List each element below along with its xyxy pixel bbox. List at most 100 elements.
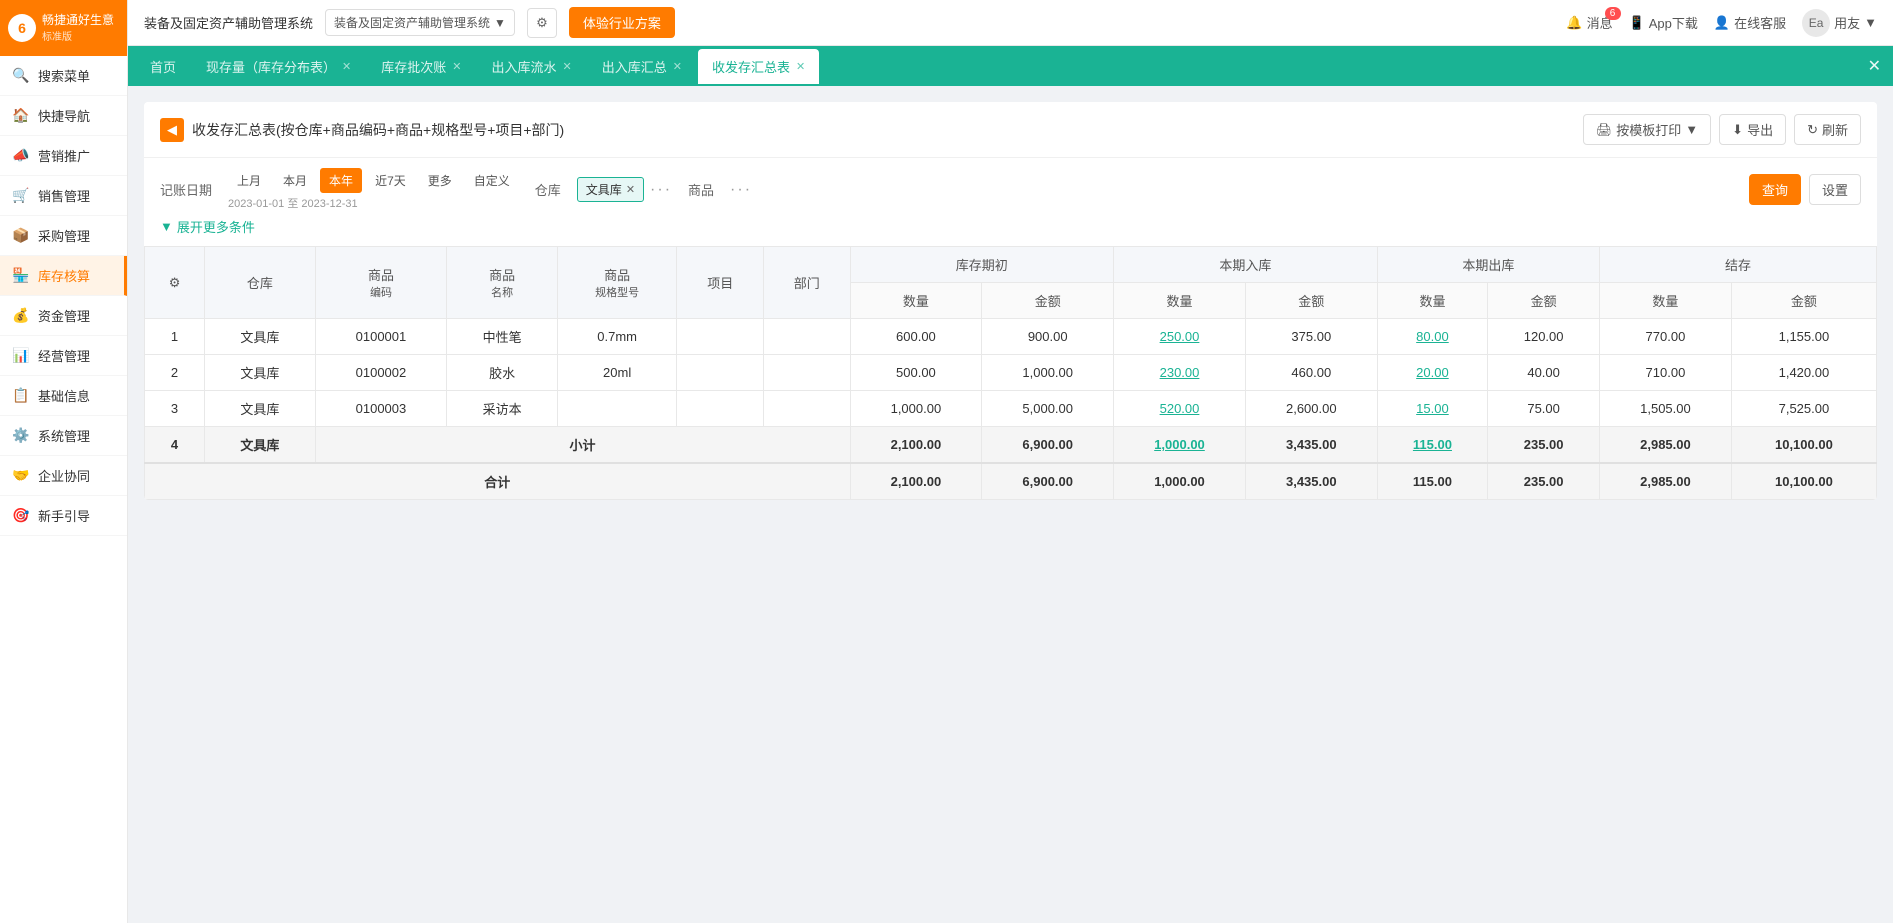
date-btn-7days[interactable]: 近7天 <box>366 168 415 193</box>
row-balance-qty: 710.00 <box>1600 355 1732 391</box>
col-settings-header[interactable]: ⚙ <box>145 247 205 319</box>
system-selector[interactable]: 装备及固定资产辅助管理系统 ▼ <box>325 9 515 36</box>
row-in-qty[interactable]: 230.00 <box>1114 355 1246 391</box>
row-warehouse: 文具库 <box>205 355 315 391</box>
row-seq: 1 <box>145 319 205 355</box>
tab-bar-close-all[interactable]: ✕ <box>1864 52 1885 80</box>
refresh-button[interactable]: ↻ 刷新 <box>1794 114 1861 145</box>
tab-close-in-out-flow[interactable]: ✕ <box>563 60 572 73</box>
online-service-item[interactable]: 👤 在线客服 <box>1714 13 1786 32</box>
date-btn-last-month[interactable]: 上月 <box>228 168 270 193</box>
sidebar-item-guide[interactable]: 🎯 新手引导 <box>0 496 127 536</box>
row-seq: 3 <box>145 391 205 427</box>
sidebar-item-system[interactable]: ⚙️ 系统管理 <box>0 416 127 456</box>
tab-close-in-out-summary[interactable]: ✕ <box>673 60 682 73</box>
warehouse-filter-label: 仓库 <box>535 180 561 199</box>
content-wrapper: ◀ 收发存汇总表(按仓库+商品编码+商品+规格型号+项目+部门) 🖨 按模板打印… <box>144 102 1877 500</box>
sidebar-item-purchase[interactable]: 📦 采购管理 <box>0 216 127 256</box>
sidebar-item-inventory[interactable]: 🏪 库存核算 <box>0 256 127 296</box>
goods-more-btn[interactable]: ··· <box>730 181 752 199</box>
subtotal-label: 小计 <box>315 427 850 464</box>
sidebar-item-operations[interactable]: 📊 经营管理 <box>0 336 127 376</box>
sidebar-item-search[interactable]: 🔍 搜索菜单 <box>0 56 127 96</box>
content-area: ◀ 收发存汇总表(按仓库+商品编码+商品+规格型号+项目+部门) 🖨 按模板打印… <box>128 86 1893 923</box>
settings-button[interactable]: ⚙ <box>527 8 557 38</box>
export-button[interactable]: ⬇ 导出 <box>1719 114 1786 145</box>
row-balance-qty: 1,505.00 <box>1600 391 1732 427</box>
warehouse-tag-close[interactable]: ✕ <box>626 183 635 196</box>
operations-icon: 📊 <box>12 347 30 365</box>
col-in-qty: 数量 <box>1114 283 1246 319</box>
total-label: 合计 <box>145 463 851 500</box>
tab-in-out-summary[interactable]: 出入库汇总 ✕ <box>588 49 696 84</box>
tab-close-inventory-dist[interactable]: ✕ <box>342 60 351 73</box>
top-header: 装备及固定资产辅助管理系统 装备及固定资产辅助管理系统 ▼ ⚙ 体验行业方案 🔔… <box>128 0 1893 46</box>
tab-recv-send-summary[interactable]: 收发存汇总表 ✕ <box>698 49 819 84</box>
col-out-amount: 金额 <box>1488 283 1600 319</box>
col-balance-qty: 数量 <box>1600 283 1732 319</box>
sidebar-item-basic[interactable]: 📋 基础信息 <box>0 376 127 416</box>
warehouse-tag-wenju: 文具库 ✕ <box>577 177 644 202</box>
settings-btn[interactable]: 设置 <box>1809 174 1861 205</box>
query-button[interactable]: 查询 <box>1749 174 1801 205</box>
row-goods-spec <box>557 391 677 427</box>
table-row: 3 文具库 0100003 采访本 1,000.00 5,000.00 520.… <box>145 391 1877 427</box>
col-opening-header: 库存期初 <box>850 247 1114 283</box>
subtotal-out-qty[interactable]: 115.00 <box>1377 427 1488 464</box>
row-opening-amount: 900.00 <box>982 319 1114 355</box>
tab-batch-ledger[interactable]: 库存批次账 ✕ <box>367 49 475 84</box>
tab-close-recv-send-summary[interactable]: ✕ <box>796 60 805 73</box>
sidebar-item-quick-nav[interactable]: 🏠 快捷导航 <box>0 96 127 136</box>
app-download-item[interactable]: 📱 App下载 <box>1629 13 1698 32</box>
col-goods-code-header: 商品编码 <box>315 247 447 319</box>
user-item[interactable]: Ea 用友 ▼ <box>1802 9 1877 37</box>
sidebar-item-marketing[interactable]: 📣 营销推广 <box>0 136 127 176</box>
row-opening-qty: 1,000.00 <box>850 391 982 427</box>
date-btn-custom[interactable]: 自定义 <box>465 168 519 193</box>
row-goods-code: 0100002 <box>315 355 447 391</box>
row-in-qty[interactable]: 520.00 <box>1114 391 1246 427</box>
row-opening-amount: 1,000.00 <box>982 355 1114 391</box>
date-btn-more[interactable]: 更多 <box>419 168 461 193</box>
finance-icon: 💰 <box>12 307 30 325</box>
date-btn-this-month[interactable]: 本月 <box>274 168 316 193</box>
subtotal-in-qty[interactable]: 1,000.00 <box>1114 427 1246 464</box>
row-department <box>763 355 850 391</box>
purchase-icon: 📦 <box>12 227 30 245</box>
row-department <box>763 319 850 355</box>
row-out-qty[interactable]: 20.00 <box>1377 355 1488 391</box>
sidebar-item-sales[interactable]: 🛒 销售管理 <box>0 176 127 216</box>
subtotal-seq: 4 <box>145 427 205 464</box>
row-goods-spec: 20ml <box>557 355 677 391</box>
tab-inventory-dist[interactable]: 现存量（库存分布表） ✕ <box>192 49 365 84</box>
table-total-row: 合计 2,100.00 6,900.00 1,000.00 3,435.00 1… <box>145 463 1877 500</box>
row-goods-name: 采访本 <box>447 391 557 427</box>
row-out-qty[interactable]: 15.00 <box>1377 391 1488 427</box>
warehouse-more-btn[interactable]: ··· <box>650 181 672 199</box>
collapse-button[interactable]: ◀ <box>160 118 184 142</box>
date-filter-label: 记账日期 <box>160 180 212 199</box>
tab-home[interactable]: 首页 <box>136 49 190 84</box>
table-container: ⚙ 仓库 商品编码 商品名称 商品规格型号 项目 部门 库存期初 本期入库 本期… <box>144 246 1877 500</box>
tab-in-out-flow[interactable]: 出入库流水 ✕ <box>477 49 585 84</box>
expand-conditions-button[interactable]: ▼ 展开更多条件 <box>160 217 1861 236</box>
date-btn-this-year[interactable]: 本年 <box>320 168 362 193</box>
sidebar-title: 畅捷通好生意 <box>42 13 114 29</box>
tab-close-batch-ledger[interactable]: ✕ <box>452 60 461 73</box>
row-in-amount: 2,600.00 <box>1245 391 1377 427</box>
row-out-qty[interactable]: 80.00 <box>1377 319 1488 355</box>
sidebar-item-cooperation[interactable]: 🤝 企业协同 <box>0 456 127 496</box>
sidebar-item-finance[interactable]: 💰 资金管理 <box>0 296 127 336</box>
col-balance-amount: 金额 <box>1731 283 1876 319</box>
warehouse-filter-tags: 文具库 ✕ ··· <box>577 177 672 202</box>
row-balance-qty: 770.00 <box>1600 319 1732 355</box>
total-balance-qty: 2,985.00 <box>1600 463 1732 500</box>
trial-button[interactable]: 体验行业方案 <box>569 7 675 38</box>
row-in-qty[interactable]: 250.00 <box>1114 319 1246 355</box>
col-goods-spec-header: 商品规格型号 <box>557 247 677 319</box>
notifications-item[interactable]: 🔔 消息 6 <box>1566 13 1612 32</box>
page-title: 收发存汇总表(按仓库+商品编码+商品+规格型号+项目+部门) <box>192 120 564 140</box>
print-button[interactable]: 🖨 按模板打印 ▼ <box>1583 114 1711 145</box>
subtotal-balance-qty: 2,985.00 <box>1600 427 1732 464</box>
row-out-amount: 75.00 <box>1488 391 1600 427</box>
